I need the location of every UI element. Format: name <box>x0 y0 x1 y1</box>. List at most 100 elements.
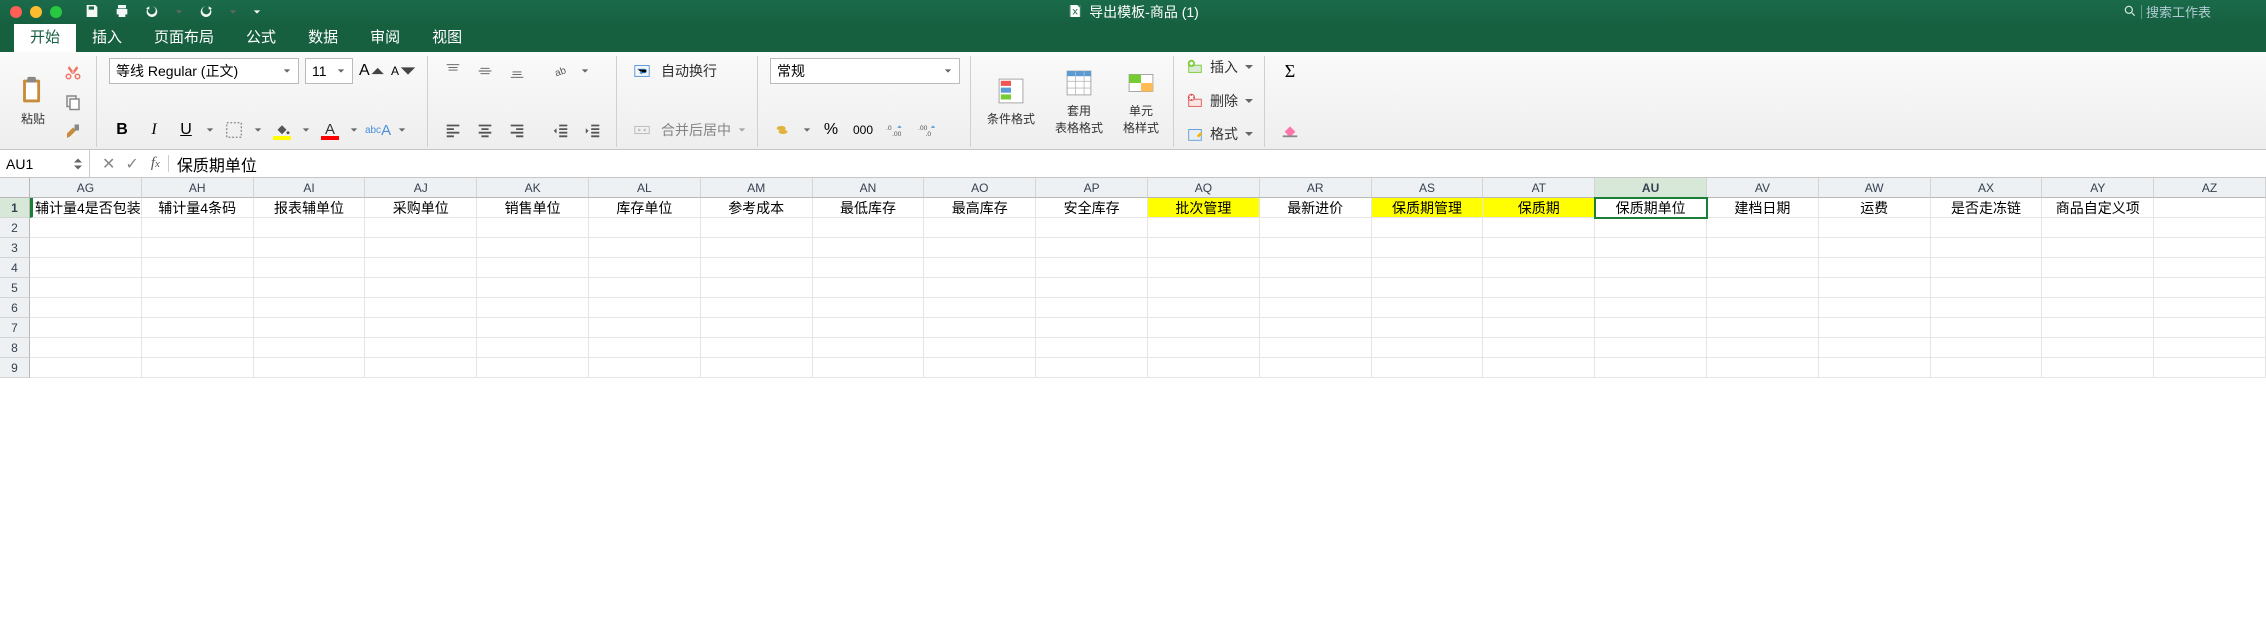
cell-styles-button[interactable]: 单元 格样式 <box>1119 57 1163 145</box>
conditional-format-button[interactable]: 条件格式 <box>983 57 1039 145</box>
cell[interactable] <box>1260 258 1372 278</box>
cell[interactable]: 建档日期 <box>1707 198 1819 218</box>
cell[interactable] <box>365 338 477 358</box>
cell[interactable] <box>2042 338 2154 358</box>
cell[interactable] <box>477 318 589 338</box>
column-header[interactable]: AU <box>1595 178 1707 198</box>
cell[interactable] <box>1148 278 1260 298</box>
column-header[interactable]: AQ <box>1148 178 1260 198</box>
cell[interactable]: 保质期管理 <box>1372 198 1484 218</box>
row-header[interactable]: 2 <box>0 218 30 238</box>
cell[interactable] <box>701 218 813 238</box>
cell[interactable] <box>477 238 589 258</box>
cell[interactable] <box>924 318 1036 338</box>
cell[interactable] <box>1707 298 1819 318</box>
cell[interactable] <box>30 318 142 338</box>
format-table-button[interactable]: 套用 表格格式 <box>1051 57 1107 145</box>
cell[interactable]: 报表辅单位 <box>254 198 366 218</box>
chevron-down-icon[interactable] <box>253 126 263 134</box>
cell[interactable] <box>2042 278 2154 298</box>
cell[interactable] <box>701 278 813 298</box>
cell[interactable] <box>1707 318 1819 338</box>
cell[interactable]: 保质期单位 <box>1595 198 1707 218</box>
cell[interactable]: 是否走冻链 <box>1931 198 2043 218</box>
cell[interactable] <box>1595 358 1707 378</box>
cell[interactable] <box>254 278 366 298</box>
tab-home[interactable]: 开始 <box>14 21 76 52</box>
cell[interactable] <box>254 318 366 338</box>
fill-color-button[interactable] <box>269 118 295 142</box>
cell[interactable]: 最新进价 <box>1260 198 1372 218</box>
cell[interactable] <box>142 318 254 338</box>
cell[interactable] <box>1036 278 1148 298</box>
cell[interactable] <box>1595 318 1707 338</box>
cell[interactable] <box>254 238 366 258</box>
percent-button[interactable]: % <box>818 118 844 142</box>
cell[interactable] <box>1372 358 1484 378</box>
fx-icon[interactable]: fx <box>151 155 169 172</box>
cell[interactable] <box>1148 238 1260 258</box>
cell[interactable]: 最高库存 <box>924 198 1036 218</box>
cell[interactable] <box>1483 338 1595 358</box>
row-header[interactable]: 9 <box>0 358 30 378</box>
cell[interactable] <box>365 278 477 298</box>
cell[interactable] <box>1707 338 1819 358</box>
format-cells-button[interactable]: 格式 <box>1186 123 1254 145</box>
cell[interactable] <box>1483 218 1595 238</box>
cell[interactable] <box>924 338 1036 358</box>
align-center-button[interactable] <box>472 118 498 142</box>
cell[interactable] <box>1148 298 1260 318</box>
delete-cells-button[interactable]: 删除 <box>1186 90 1254 112</box>
cell[interactable] <box>30 358 142 378</box>
cell[interactable] <box>589 238 701 258</box>
cell[interactable] <box>813 278 925 298</box>
save-icon[interactable] <box>84 3 100 22</box>
cell[interactable] <box>589 338 701 358</box>
cell[interactable] <box>2154 218 2266 238</box>
cell[interactable] <box>1260 238 1372 258</box>
cell[interactable] <box>2154 318 2266 338</box>
column-header[interactable]: AH <box>142 178 254 198</box>
cell[interactable]: 采购单位 <box>365 198 477 218</box>
cell[interactable] <box>924 218 1036 238</box>
cell[interactable] <box>1036 258 1148 278</box>
cell[interactable] <box>142 278 254 298</box>
column-header[interactable]: AP <box>1036 178 1148 198</box>
tab-page-layout[interactable]: 页面布局 <box>138 21 230 52</box>
cell[interactable] <box>1931 278 2043 298</box>
cell[interactable] <box>1931 318 2043 338</box>
number-format-select[interactable]: 常规 <box>770 58 960 84</box>
cell[interactable] <box>2154 358 2266 378</box>
cell[interactable] <box>813 358 925 378</box>
cell[interactable] <box>1260 218 1372 238</box>
cell[interactable] <box>1819 278 1931 298</box>
chevron-down-icon[interactable] <box>349 126 359 134</box>
chevron-down-icon[interactable] <box>397 126 407 134</box>
cell[interactable] <box>701 318 813 338</box>
cell[interactable] <box>30 338 142 358</box>
cell[interactable] <box>1819 298 1931 318</box>
chevron-down-icon[interactable] <box>737 126 747 134</box>
cell[interactable] <box>477 298 589 318</box>
italic-button[interactable]: I <box>141 118 167 142</box>
undo-dropdown-icon[interactable] <box>174 8 184 16</box>
cell[interactable]: 最低库存 <box>813 198 925 218</box>
tab-insert[interactable]: 插入 <box>76 21 138 52</box>
cell[interactable] <box>1595 238 1707 258</box>
cell[interactable] <box>813 258 925 278</box>
insert-cells-button[interactable]: 插入 <box>1186 56 1254 78</box>
row-header[interactable]: 4 <box>0 258 30 278</box>
cell[interactable] <box>1595 298 1707 318</box>
cell[interactable] <box>1372 218 1484 238</box>
column-header[interactable]: AR <box>1260 178 1372 198</box>
chevron-down-icon[interactable] <box>802 126 812 134</box>
column-header[interactable]: AX <box>1931 178 2043 198</box>
cell[interactable] <box>1931 238 2043 258</box>
cell[interactable] <box>1260 298 1372 318</box>
cell[interactable] <box>365 258 477 278</box>
cell[interactable] <box>254 218 366 238</box>
wrap-text-button[interactable] <box>629 59 655 83</box>
cell[interactable] <box>142 238 254 258</box>
bold-button[interactable]: B <box>109 118 135 142</box>
increase-indent-button[interactable] <box>580 118 606 142</box>
